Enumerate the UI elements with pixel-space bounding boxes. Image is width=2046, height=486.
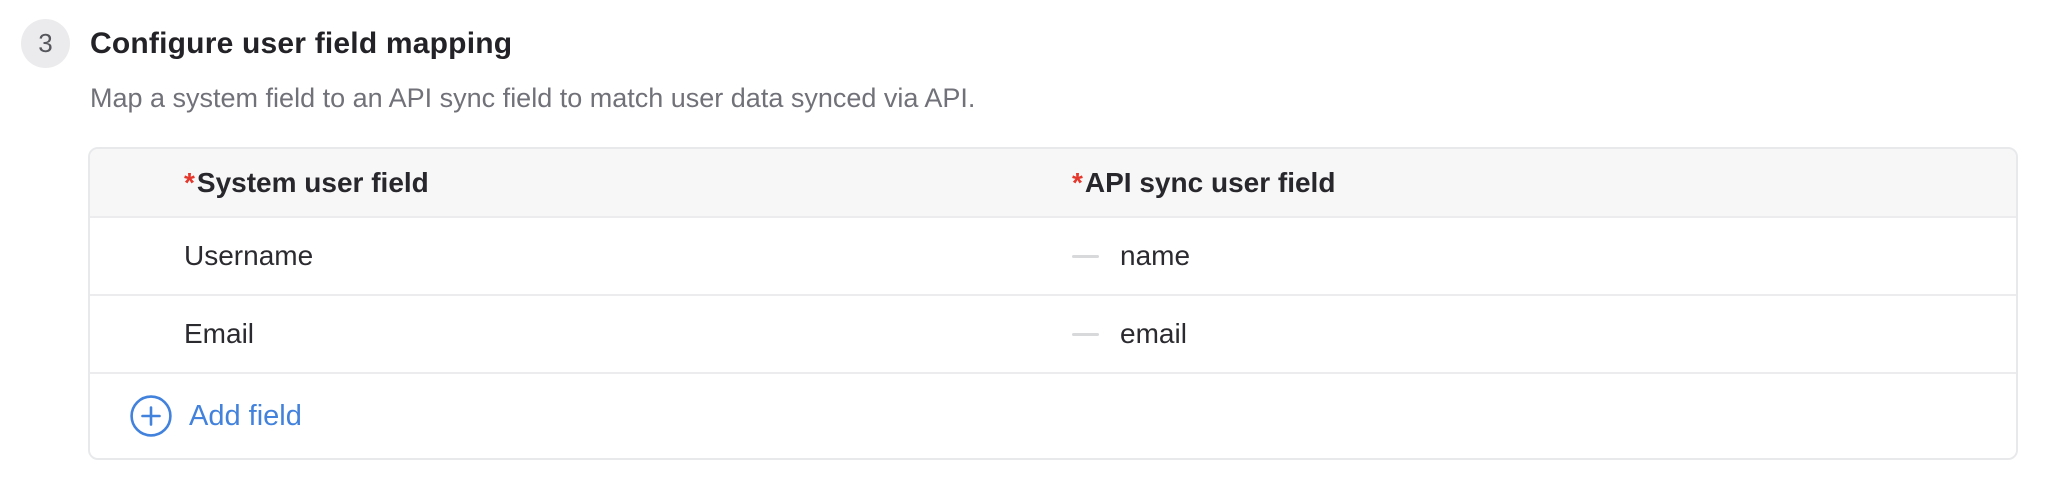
required-asterisk: * — [1072, 166, 1083, 198]
system-field-value: Username — [184, 240, 314, 271]
api-field-value: email — [1120, 318, 1187, 349]
plus-circle-icon — [130, 395, 172, 437]
add-field-label: Add field — [189, 399, 302, 432]
column-header-system-user-field: * System user field — [90, 167, 978, 199]
api-field-cell: email — [978, 318, 2016, 350]
section-description: Map a system field to an API sync field … — [90, 83, 976, 113]
column-header-label: API sync user field — [1084, 166, 1336, 198]
field-mapping-table: * System user field * API sync user field … — [88, 147, 2018, 460]
system-field-cell: Username — [90, 240, 978, 272]
add-field-button[interactable]: Add field — [130, 395, 2016, 437]
step-number: 3 — [38, 28, 53, 58]
system-field-cell: Email — [90, 318, 978, 350]
step-number-badge: 3 — [21, 19, 70, 68]
table-footer-row: Add field — [90, 374, 2016, 458]
field-connector-dash — [1072, 254, 1099, 258]
user-field-mapping-section: 3 Configure user field mapping Map a sys… — [0, 0, 2046, 460]
field-connector-dash — [1072, 332, 1099, 336]
column-header-api-sync-user-field: * API sync user field — [978, 167, 2016, 199]
system-field-value: Email — [184, 318, 255, 349]
table-row: Username name — [90, 218, 2016, 296]
step-header: 3 Configure user field mapping — [21, 19, 2018, 68]
api-field-cell: name — [978, 240, 2016, 272]
section-title: Configure user field mapping — [90, 26, 513, 60]
column-header-label: System user field — [196, 166, 429, 198]
table-row: Email email — [90, 296, 2016, 374]
api-field-value: name — [1120, 240, 1191, 271]
table-header-row: * System user field * API sync user field — [90, 149, 2016, 218]
required-asterisk: * — [184, 166, 195, 198]
